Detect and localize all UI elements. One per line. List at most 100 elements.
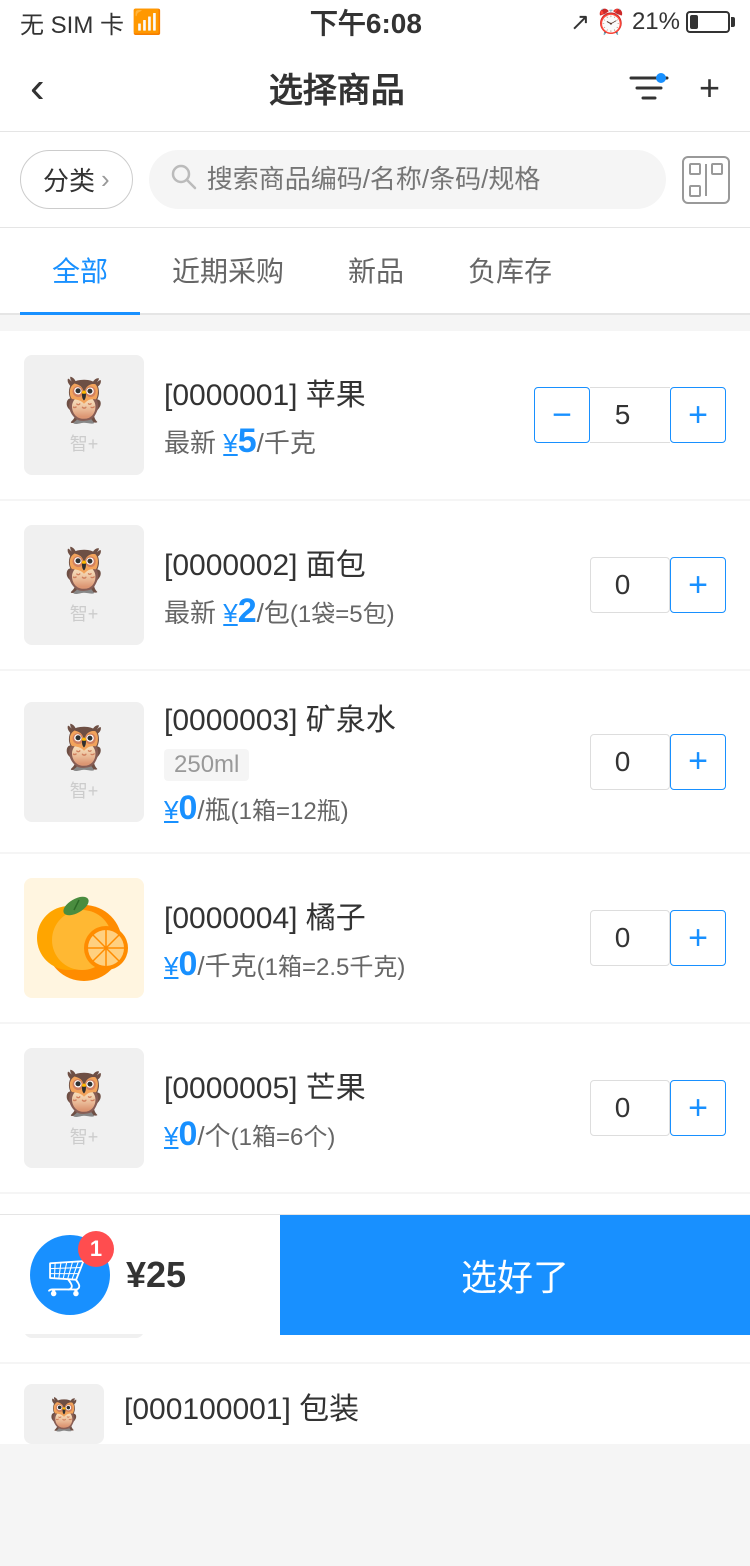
add-button[interactable]: + — [699, 67, 720, 109]
qty-input-0000004[interactable] — [590, 910, 670, 966]
scan-icon[interactable] — [682, 156, 730, 204]
product-image-0000003: 🦉 智+ — [24, 702, 144, 822]
product-image-000100001: 🦉 — [24, 1384, 104, 1444]
search-box[interactable] — [149, 150, 666, 209]
product-name-0000004: [0000004] 橘子 — [164, 893, 570, 937]
product-price-0000004: ¥0/千克(1箱=2.5千克) — [164, 945, 570, 984]
wifi-icon: 📶 — [132, 8, 162, 37]
orange-image-svg — [24, 878, 144, 998]
battery-icon — [686, 11, 730, 33]
price-unit: /包 — [257, 598, 290, 628]
qty-input-0000002[interactable] — [590, 557, 670, 613]
tabs: 全部 近期采购 新品 负库存 — [0, 228, 750, 315]
category-button[interactable]: 分类 › — [20, 150, 133, 209]
price-unit: /千克 — [197, 951, 256, 981]
battery-percent: 21% — [632, 8, 680, 36]
qty-plus-0000003[interactable]: + — [670, 734, 726, 790]
price-value: 0 — [178, 789, 197, 827]
qty-plus-0000005[interactable]: + — [670, 1080, 726, 1136]
confirm-button[interactable]: 选好了 — [280, 1215, 750, 1335]
tab-new[interactable]: 新品 — [316, 228, 436, 315]
bottom-bar: 🛒 1 ¥25 选好了 — [0, 1214, 750, 1334]
product-name-0000005: [0000005] 芒果 — [164, 1063, 570, 1107]
product-info-0000004: [0000004] 橘子 ¥0/千克(1箱=2.5千克) — [164, 893, 570, 984]
product-info-0000003: [0000003] 矿泉水 250ml ¥0/瓶(1箱=12瓶) — [164, 695, 570, 828]
search-input[interactable] — [207, 164, 646, 195]
product-info-0000005: [0000005] 芒果 ¥0/个(1箱=6个) — [164, 1063, 570, 1154]
qty-minus-0000001[interactable]: − — [534, 387, 590, 443]
price-unit: /瓶 — [197, 795, 230, 825]
price-symbol: ¥ — [223, 598, 237, 628]
qty-plus-0000001[interactable]: + — [670, 387, 726, 443]
filter-icon[interactable] — [629, 70, 669, 106]
qty-input-0000003[interactable] — [590, 734, 670, 790]
product-info-000100001: [000100001] 包装 — [124, 1384, 726, 1436]
status-left: 无 SIM 卡 📶 — [20, 5, 162, 40]
price-unit: /个 — [197, 1121, 230, 1151]
back-button[interactable]: ‹ — [30, 63, 45, 113]
product-name-000100001: [000100001] 包装 — [124, 1384, 726, 1428]
cart-total-price: ¥25 — [126, 1254, 186, 1296]
price-text: 最新 — [164, 428, 216, 458]
qty-control-0000004: + — [590, 910, 726, 966]
nav-right-icons: + — [629, 67, 720, 109]
qty-input-0000001[interactable] — [590, 387, 670, 443]
product-image-0000001: 🦉 智+ — [24, 355, 144, 475]
alarm-icon: ⏰ — [596, 8, 626, 37]
product-info-0000002: [0000002] 面包 最新 ¥2/包(1袋=5包) — [164, 540, 570, 631]
price-extra: (1箱=12瓶) — [231, 798, 349, 825]
price-text: 最新 — [164, 598, 216, 628]
qty-control-0000001: − + — [534, 387, 726, 443]
price-symbol: ¥ — [164, 1121, 178, 1151]
price-extra: (1袋=5包) — [290, 601, 395, 628]
cart-icon-button[interactable]: 🛒 1 — [30, 1235, 110, 1315]
location-icon: ↗ — [570, 8, 590, 37]
price-symbol: ¥ — [223, 428, 237, 458]
price-value: 5 — [238, 422, 257, 460]
product-name-0000002: [0000002] 面包 — [164, 540, 570, 584]
qty-input-0000005[interactable] — [590, 1080, 670, 1136]
price-extra: (1箱=2.5千克) — [257, 954, 406, 981]
price-extra: (1箱=6个) — [231, 1124, 336, 1151]
price-symbol: ¥ — [164, 795, 178, 825]
tab-recent[interactable]: 近期采购 — [140, 228, 316, 315]
qty-control-0000002: + — [590, 557, 726, 613]
product-item-0000001: 🦉 智+ [0000001] 苹果 最新 ¥5/千克 − + — [0, 331, 750, 499]
category-arrow-icon: › — [101, 164, 110, 195]
category-label: 分类 — [43, 161, 95, 198]
product-image-0000002: 🦉 智+ — [24, 525, 144, 645]
product-price-0000003: ¥0/瓶(1箱=12瓶) — [164, 789, 570, 828]
page-title: 选择商品 — [269, 63, 405, 112]
status-time: 下午6:08 — [310, 2, 422, 42]
price-value: 0 — [178, 945, 197, 983]
price-value: 2 — [238, 592, 257, 630]
product-image-0000004 — [24, 878, 144, 998]
status-right: ↗ ⏰ 21% — [570, 8, 730, 37]
product-spec-0000003: 250ml — [164, 749, 249, 781]
product-item-0000003: 🦉 智+ [0000003] 矿泉水 250ml ¥0/瓶(1箱=12瓶) + — [0, 671, 750, 852]
cart-area: 🛒 1 ¥25 — [0, 1235, 280, 1315]
product-name-0000001: [0000001] 苹果 — [164, 370, 514, 414]
search-icon — [169, 162, 197, 197]
nav-bar: ‹ 选择商品 + — [0, 44, 750, 132]
price-unit: /千克 — [257, 428, 316, 458]
product-item-0000005: 🦉 智+ [0000005] 芒果 ¥0/个(1箱=6个) + — [0, 1024, 750, 1192]
qty-control-0000005: + — [590, 1080, 726, 1136]
product-price-0000001: 最新 ¥5/千克 — [164, 422, 514, 461]
product-price-0000005: ¥0/个(1箱=6个) — [164, 1115, 570, 1154]
price-value: 0 — [178, 1115, 197, 1153]
product-item-000100001: 🦉 [000100001] 包装 — [0, 1364, 750, 1444]
qty-plus-0000004[interactable]: + — [670, 910, 726, 966]
qty-control-0000003: + — [590, 734, 726, 790]
qty-plus-0000002[interactable]: + — [670, 557, 726, 613]
filter-bar: 分类 › — [0, 132, 750, 228]
tab-negative[interactable]: 负库存 — [436, 228, 584, 315]
price-symbol: ¥ — [164, 951, 178, 981]
status-bar: 无 SIM 卡 📶 下午6:08 ↗ ⏰ 21% — [0, 0, 750, 44]
product-price-0000002: 最新 ¥2/包(1袋=5包) — [164, 592, 570, 631]
product-item-0000002: 🦉 智+ [0000002] 面包 最新 ¥2/包(1袋=5包) + — [0, 501, 750, 669]
tab-all[interactable]: 全部 — [20, 228, 140, 315]
carrier-text: 无 SIM 卡 — [20, 5, 124, 40]
cart-badge: 1 — [78, 1231, 114, 1267]
product-item-0000004: [0000004] 橘子 ¥0/千克(1箱=2.5千克) + — [0, 854, 750, 1022]
